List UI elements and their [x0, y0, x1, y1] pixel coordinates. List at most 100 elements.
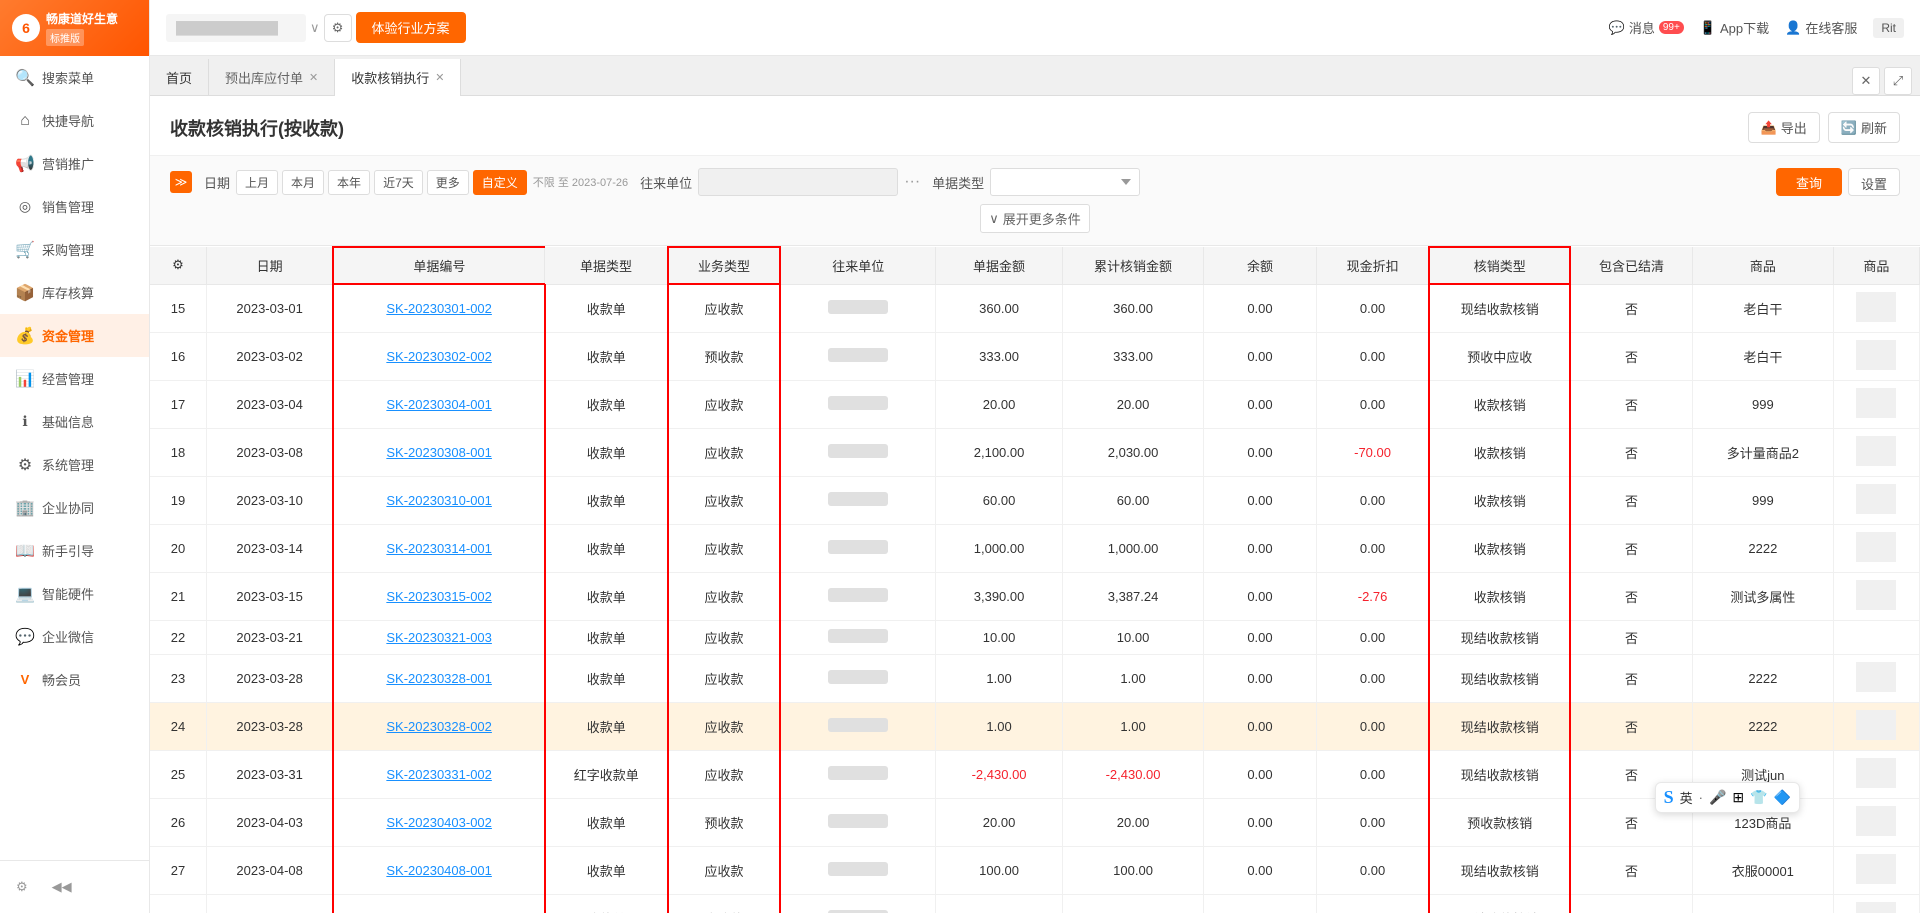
online-service-btn[interactable]: 👤 在线客服 — [1785, 18, 1857, 37]
col-header-goods: 商品 — [1692, 247, 1833, 284]
cell-date: 2023-03-14 — [206, 524, 333, 572]
cell-cancel-type: 预收款核销 — [1429, 798, 1570, 846]
blocks-icon[interactable]: 🔷 — [1774, 789, 1791, 806]
table-row: 15 2023-03-01 SK-20230301-002 收款单 应收款 36… — [150, 284, 1920, 332]
sidebar-item-system[interactable]: ⚙ 系统管理 — [0, 443, 149, 486]
last-month-btn[interactable]: 上月 — [236, 170, 278, 195]
sidebar-settings-btn[interactable]: ⚙ ◀◀ — [0, 871, 149, 903]
cell-date: 2023-03-01 — [206, 284, 333, 332]
refresh-button[interactable]: 🔄 刷新 — [1828, 112, 1900, 143]
sidebar-item-enterprise[interactable]: 🏢 企业协同 — [0, 486, 149, 529]
sidebar-item-quick[interactable]: ⌂ 快捷导航 — [0, 99, 149, 142]
table-row: 24 2023-03-28 SK-20230328-002 收款单 应收款 1.… — [150, 702, 1920, 750]
tab-close-prepay[interactable]: ✕ — [309, 71, 318, 84]
sidebar-item-operation[interactable]: 📊 经营管理 — [0, 357, 149, 400]
table-row: 17 2023-03-04 SK-20230304-001 收款单 应收款 20… — [150, 380, 1920, 428]
cell-partner — [780, 702, 935, 750]
sidebar-item-wechat[interactable]: 💬 企业微信 — [0, 615, 149, 658]
cell-partner — [780, 380, 935, 428]
sidebar: 6 畅康道好生意 标推版 🔍 搜索菜单 ⌂ 快捷导航 📢 营销推广 ◎ 销售管理… — [0, 0, 150, 913]
partner-input[interactable] — [698, 168, 898, 196]
more-btn[interactable]: 更多 — [427, 170, 469, 195]
code-link[interactable]: SK-20230321-003 — [386, 630, 492, 645]
cell-amount: 1.00 — [936, 654, 1063, 702]
messages-btn[interactable]: 💬 消息 99+ — [1609, 18, 1684, 37]
settings-icon: ⚙ — [16, 879, 28, 895]
code-link[interactable]: SK-20230331-002 — [386, 767, 492, 782]
this-month-btn[interactable]: 本月 — [282, 170, 324, 195]
code-link[interactable]: SK-20230301-002 — [386, 301, 492, 316]
cell-partner — [780, 620, 935, 654]
table-row: 28 2023-04-18 SK-20230418-001 收款单 应收款 10… — [150, 894, 1920, 913]
cell-goods2 — [1833, 284, 1919, 332]
filter-collapse-btn[interactable]: ≫ — [170, 171, 192, 193]
sidebar-item-inventory[interactable]: 📦 库存核算 — [0, 271, 149, 314]
solution-button[interactable]: 体验行业方案 — [356, 12, 466, 43]
sidebar-item-marketing[interactable]: 📢 营销推广 — [0, 142, 149, 185]
code-link[interactable]: SK-20230302-002 — [386, 349, 492, 364]
query-button[interactable]: 查询 — [1776, 168, 1842, 196]
topbar-settings-btn[interactable]: ⚙ — [324, 14, 352, 42]
cell-discount: 0.00 — [1316, 846, 1429, 894]
sidebar-item-search[interactable]: 🔍 搜索菜单 — [0, 56, 149, 99]
cell-goods: 999 — [1692, 380, 1833, 428]
settings-gear-icon[interactable]: ⚙ — [172, 257, 184, 272]
filter-settings-button[interactable]: 设置 — [1848, 168, 1900, 196]
grid-icon[interactable]: ⊞ — [1732, 789, 1744, 806]
sidebar-item-guide[interactable]: 📖 新手引导 — [0, 529, 149, 572]
export-icon: 📤 — [1761, 120, 1777, 136]
table-row: 18 2023-03-08 SK-20230308-001 收款单 应收款 2,… — [150, 428, 1920, 476]
shirt-icon[interactable]: 👕 — [1750, 789, 1767, 806]
wechat-icon: 💬 — [16, 628, 34, 646]
cell-num: 19 — [150, 476, 206, 524]
cell-date: 2023-03-02 — [206, 332, 333, 380]
cell-biz-type: 应收款 — [668, 524, 781, 572]
code-link[interactable]: SK-20230314-001 — [386, 541, 492, 556]
code-link[interactable]: SK-20230408-001 — [386, 863, 492, 878]
cell-incl-settled: 否 — [1570, 572, 1692, 620]
sidebar-item-purchase[interactable]: 🛒 采购管理 — [0, 228, 149, 271]
tab-expand-btn[interactable]: ⤢ — [1884, 67, 1912, 95]
cell-date: 2023-04-18 — [206, 894, 333, 913]
float-label: 英 — [1680, 788, 1693, 807]
tab-home[interactable]: 首页 — [150, 59, 209, 95]
cell-date: 2023-03-04 — [206, 380, 333, 428]
code-link[interactable]: SK-20230403-002 — [386, 815, 492, 830]
sidebar-item-finance[interactable]: 💰 资金管理 — [0, 314, 149, 357]
tab-close-receipt[interactable]: ✕ — [435, 71, 444, 84]
last-7-btn[interactable]: 近7天 — [374, 170, 423, 195]
tab-prepay[interactable]: 预出库应付单 ✕ — [209, 59, 335, 95]
code-link[interactable]: SK-20230328-001 — [386, 671, 492, 686]
user-menu-btn[interactable]: Rit — [1873, 18, 1904, 38]
cell-amount: 1.00 — [936, 702, 1063, 750]
app-download-btn[interactable]: 📱 App下载 — [1700, 18, 1769, 37]
receipt-type-select[interactable] — [990, 168, 1140, 196]
table-body: 15 2023-03-01 SK-20230301-002 收款单 应收款 36… — [150, 284, 1920, 913]
filter-action-btns: 查询 设置 — [1776, 168, 1900, 196]
code-link[interactable]: SK-20230310-001 — [386, 493, 492, 508]
cell-acc-amount: 1.00 — [1063, 654, 1204, 702]
partner-more-btn[interactable]: ··· — [904, 173, 920, 191]
cell-discount: 0.00 — [1316, 284, 1429, 332]
mic-icon[interactable]: 🎤 — [1709, 789, 1726, 806]
sidebar-item-sales[interactable]: ◎ 销售管理 — [0, 185, 149, 228]
code-link[interactable]: SK-20230315-002 — [386, 589, 492, 604]
code-link[interactable]: SK-20230328-002 — [386, 719, 492, 734]
sidebar-item-hardware[interactable]: 💻 智能硬件 — [0, 572, 149, 615]
expand-filter-btn[interactable]: ∨ 展开更多条件 — [980, 204, 1090, 233]
sidebar-item-member[interactable]: V 畅会员 — [0, 658, 149, 701]
collapse-icon: ◀◀ — [52, 879, 72, 895]
cell-discount: 0.00 — [1316, 380, 1429, 428]
sidebar-item-basic[interactable]: ℹ 基础信息 — [0, 400, 149, 443]
custom-btn[interactable]: 自定义 — [473, 170, 527, 195]
cell-discount: -2.76 — [1316, 572, 1429, 620]
tab-receipt[interactable]: 收款核销执行 ✕ — [335, 59, 461, 95]
export-button[interactable]: 📤 导出 — [1748, 112, 1820, 143]
code-link[interactable]: SK-20230304-001 — [386, 397, 492, 412]
cell-balance: 0.00 — [1204, 428, 1317, 476]
col-header-partner: 往来单位 — [780, 247, 935, 284]
this-year-btn[interactable]: 本年 — [328, 170, 370, 195]
code-link[interactable]: SK-20230308-001 — [386, 445, 492, 460]
cell-balance: 0.00 — [1204, 572, 1317, 620]
tab-close-all-btn[interactable]: ✕ — [1852, 67, 1880, 95]
